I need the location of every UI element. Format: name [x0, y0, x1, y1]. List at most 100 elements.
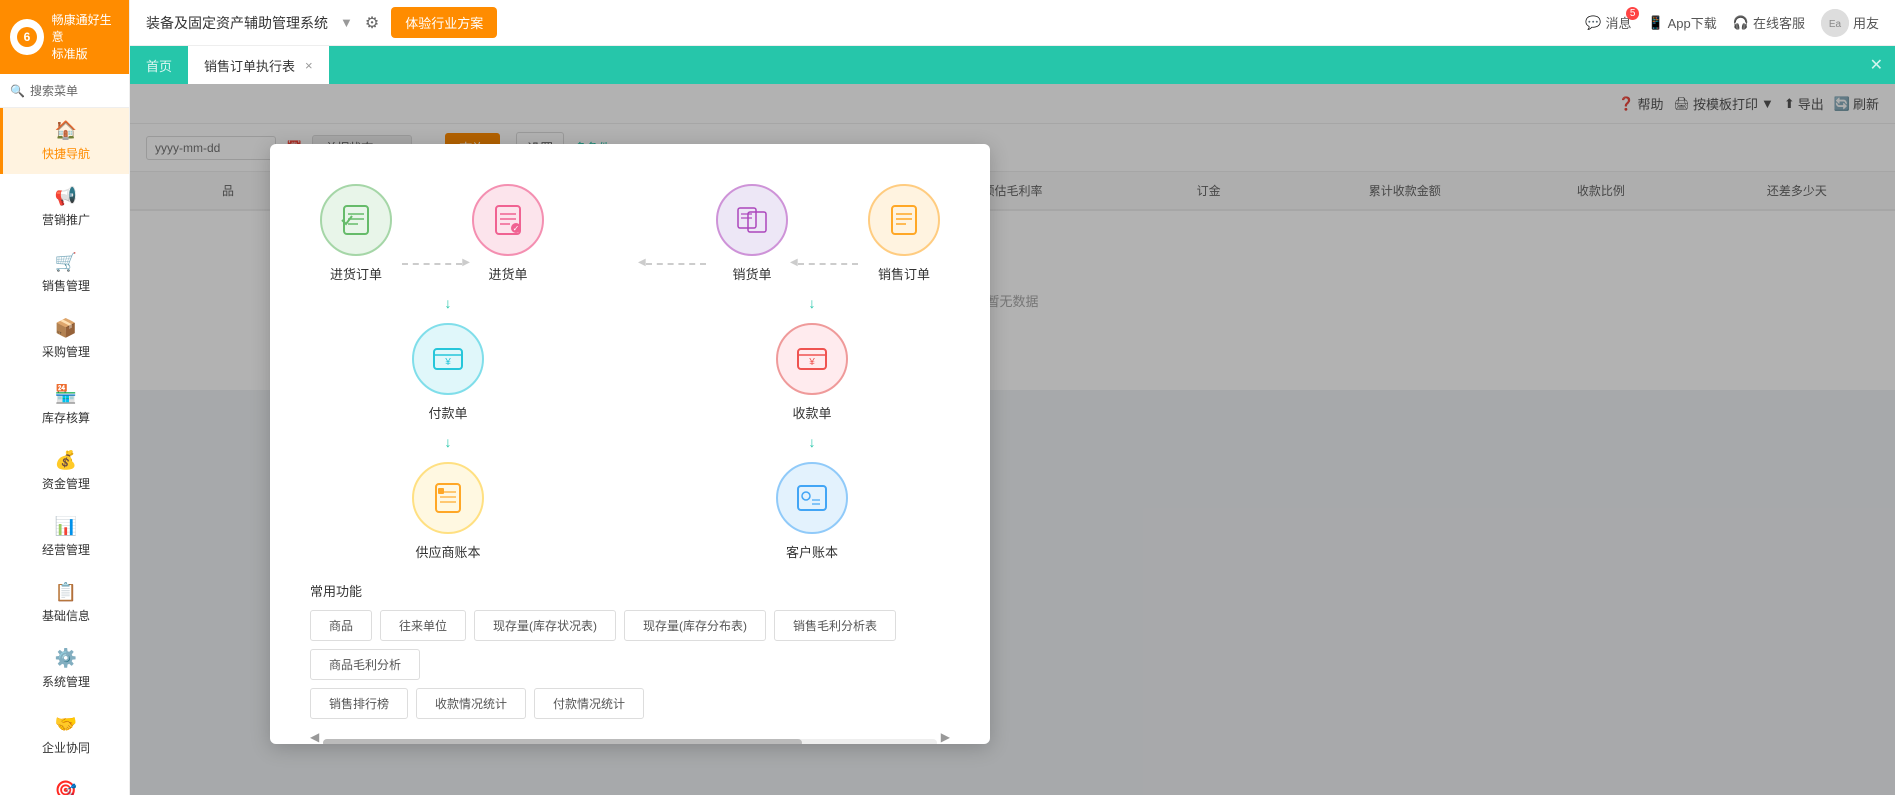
- basic-info-icon: 📋: [55, 582, 77, 603]
- svg-text:¥: ¥: [444, 357, 451, 368]
- common-btn-goods[interactable]: 商品: [310, 610, 372, 641]
- message-badge: 5: [1626, 7, 1640, 20]
- spacer1: [310, 293, 402, 432]
- inventory-icon: 🏪: [55, 384, 77, 405]
- online-service-btn[interactable]: 🎧 在线客服: [1733, 13, 1805, 32]
- sidebar-nav: 🏠 快捷导航 📢 营销推广 🛒 销售管理 📦 采购管理 🏪 库存核算 💰: [0, 108, 129, 795]
- sidebar-item-enterprise[interactable]: 🤝 企业协同: [0, 702, 129, 768]
- sales-bill-circle: [716, 184, 788, 256]
- common-btn-sales-margin[interactable]: 销售毛利分析表: [774, 610, 896, 641]
- common-btn-receipt-stats[interactable]: 收款情况统计: [416, 688, 526, 719]
- tab-home[interactable]: 首页: [130, 46, 188, 84]
- modal-scroll-row: ◀ ▶: [310, 727, 950, 744]
- customer-ledger-label: 客户账本: [786, 542, 838, 561]
- flow-payment-bill[interactable]: ¥ 付款单: [402, 313, 494, 432]
- tab-home-label: 首页: [146, 56, 172, 75]
- operations-icon: 📊: [55, 516, 77, 537]
- sidebar-item-label: 基础信息: [42, 607, 90, 624]
- modal-overlay: 进货订单 ✓ 进货单: [130, 84, 1895, 795]
- main-content: 装备及固定资产辅助管理系统 ▼ ⚙ 体验行业方案 💬 消息 5 📱 App下载 …: [130, 0, 1895, 795]
- common-btn-inventory-dist[interactable]: 现存量(库存分布表): [624, 610, 766, 641]
- sidebar-item-operations[interactable]: 📊 经营管理: [0, 504, 129, 570]
- common-btn-inventory-status[interactable]: 现存量(库存状况表): [474, 610, 616, 641]
- download-icon: 📱: [1647, 15, 1663, 31]
- tabbar-close-btn[interactable]: ✕: [1858, 55, 1895, 75]
- sidebar-logo: 6 畅康通好生意 标准版: [0, 0, 129, 74]
- sales-bill-col: ↓ ¥ 收款单: [766, 293, 858, 432]
- receipt-bill-circle: ¥: [776, 323, 848, 395]
- down-arrow-customer: ↓: [809, 434, 816, 450]
- common-btn-partners[interactable]: 往来单位: [380, 610, 466, 641]
- flow-customer-ledger[interactable]: 客户账本: [766, 452, 858, 571]
- purchase-order-circle: [320, 184, 392, 256]
- flow-purchase-bill[interactable]: ✓ 进货单: [462, 174, 554, 293]
- common-btns-row1: 商品 往来单位 现存量(库存状况表) 现存量(库存分布表) 销售毛利分析表 商品…: [310, 610, 950, 680]
- spacer4: [310, 432, 402, 571]
- common-btn-goods-margin[interactable]: 商品毛利分析: [310, 649, 420, 680]
- sidebar-item-label: 营销推广: [42, 211, 90, 228]
- flow-sales-order[interactable]: 销售订单: [858, 174, 950, 293]
- flow-sales-bill[interactable]: 销货单: [706, 174, 798, 293]
- sidebar-item-marketing[interactable]: 📢 营销推广: [0, 174, 129, 240]
- sidebar-item-finance[interactable]: 💰 资金管理: [0, 438, 129, 504]
- sidebar-search[interactable]: 🔍 搜索菜单: [0, 74, 129, 108]
- arrow-1: [402, 263, 462, 265]
- sidebar-item-label: 销售管理: [42, 277, 90, 294]
- scroll-right-btn[interactable]: ▶: [941, 730, 950, 744]
- supplier-ledger-circle: [412, 462, 484, 534]
- spacer2: [494, 293, 766, 432]
- sidebar-item-newbie[interactable]: 🎯 新手引导: [0, 768, 129, 795]
- customer-ledger-circle: [776, 462, 848, 534]
- sidebar-item-label: 库存核算: [42, 409, 90, 426]
- supplier-col: ↓ 供应商账本: [402, 432, 494, 571]
- sidebar-item-sales[interactable]: 🛒 销售管理: [0, 240, 129, 306]
- sidebar-item-purchase[interactable]: 📦 采购管理: [0, 306, 129, 372]
- user-label: 用友: [1853, 13, 1879, 32]
- tab-active-label: 销售订单执行表: [204, 56, 295, 75]
- payment-bill-label: 付款单: [428, 403, 467, 422]
- flow-purchase-order[interactable]: 进货订单: [310, 174, 402, 293]
- spacer5: [494, 432, 766, 571]
- settings-icon[interactable]: ⚙: [365, 13, 379, 33]
- tab-close-btn[interactable]: ×: [305, 58, 313, 73]
- user-menu[interactable]: Ea 用友: [1821, 9, 1879, 37]
- arrow-3: [798, 263, 858, 265]
- sidebar-item-basic-info[interactable]: 📋 基础信息: [0, 570, 129, 636]
- experience-btn[interactable]: 体验行业方案: [391, 7, 497, 38]
- common-btn-sales-rank[interactable]: 销售排行榜: [310, 688, 408, 719]
- receipt-bill-label: 收款单: [792, 403, 831, 422]
- sidebar-item-system[interactable]: ⚙️ 系统管理: [0, 636, 129, 702]
- message-btn[interactable]: 💬 消息 5: [1585, 13, 1631, 32]
- supplier-ledger-label: 供应商账本: [415, 542, 480, 561]
- sidebar-item-label: 企业协同: [42, 739, 90, 756]
- scroll-left-btn[interactable]: ◀: [310, 730, 319, 744]
- common-btns-row2: 销售排行榜 收款情况统计 付款情况统计: [310, 688, 950, 719]
- flow-receipt-bill[interactable]: ¥ 收款单: [766, 313, 858, 432]
- search-icon: 🔍: [10, 84, 25, 98]
- user-avatar: Ea: [1821, 9, 1849, 37]
- app-download-label: App下载: [1668, 13, 1717, 32]
- sidebar-item-quick-nav[interactable]: 🏠 快捷导航: [0, 108, 129, 174]
- system-icon: ⚙️: [55, 648, 77, 669]
- sidebar: 6 畅康通好生意 标准版 🔍 搜索菜单 🏠 快捷导航 📢 营销推广 🛒 销售管理: [0, 0, 130, 795]
- page-area: ❓ 帮助 🖨 按模板打印 ▼ ⬆ 导出 🔄 刷新: [130, 84, 1895, 795]
- scrollbar-thumb: [323, 739, 802, 744]
- down-arrow-payment: ↓: [445, 295, 452, 311]
- sidebar-item-inventory[interactable]: 🏪 库存核算: [0, 372, 129, 438]
- search-label: 搜索菜单: [30, 82, 78, 99]
- flow-supplier-ledger[interactable]: 供应商账本: [402, 452, 494, 571]
- spacer3: [858, 293, 950, 432]
- enterprise-icon: 🤝: [55, 714, 77, 735]
- flow-modal: 进货订单 ✓ 进货单: [270, 144, 990, 744]
- down-arrow-supplier: ↓: [445, 434, 452, 450]
- modal-scrollbar[interactable]: [323, 739, 937, 744]
- purchase-bill-col: ↓ ¥ 付款单: [402, 293, 494, 432]
- app-download-btn[interactable]: 📱 App下载: [1647, 13, 1716, 32]
- topbar-dropdown-icon[interactable]: ▼: [340, 15, 353, 30]
- svg-text:¥: ¥: [808, 357, 815, 368]
- payment-bill-circle: ¥: [412, 323, 484, 395]
- tab-sales-order-execution[interactable]: 销售订单执行表 ×: [188, 46, 329, 84]
- purchase-bill-circle: ✓: [472, 184, 544, 256]
- common-btn-payment-stats[interactable]: 付款情况统计: [534, 688, 644, 719]
- sidebar-item-label: 系统管理: [42, 673, 90, 690]
